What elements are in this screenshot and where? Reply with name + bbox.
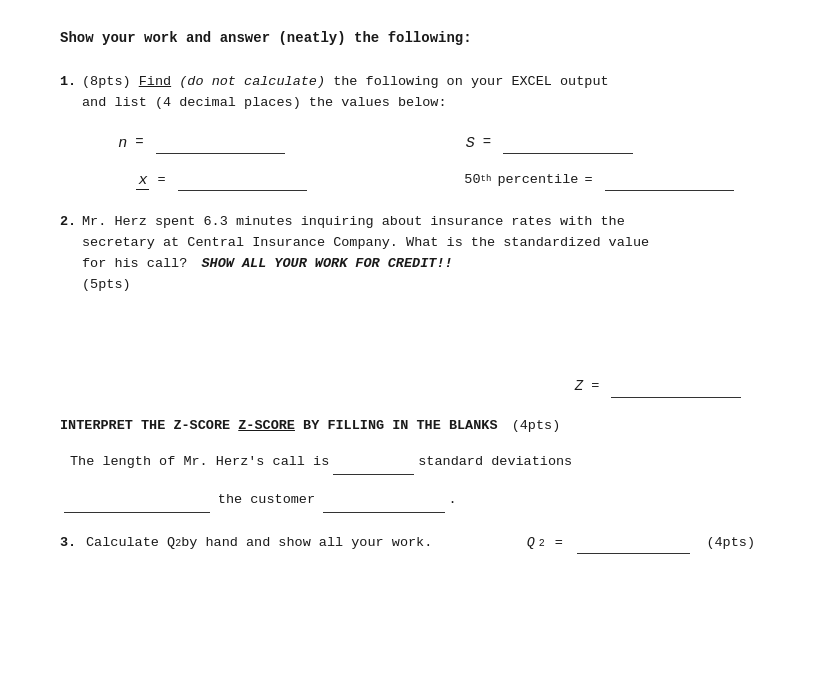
percentile-blank[interactable] xyxy=(605,169,735,191)
fill-line-1: The length of Mr. Herz's call is standar… xyxy=(60,447,755,475)
q1-find: Find xyxy=(139,74,171,89)
percentile-num: 50 xyxy=(464,170,480,191)
header-text: Show your work and answer (neatly) the f… xyxy=(60,28,755,50)
exam-page: Show your work and answer (neatly) the f… xyxy=(0,0,815,687)
fill-line-2: the customer . xyxy=(60,485,755,513)
percentile-label: percentile xyxy=(497,170,578,191)
s-field-group: S = xyxy=(466,132,637,155)
q3-right: Q 2 = (4pts) xyxy=(527,533,755,555)
q2-number: 2. xyxy=(60,212,78,233)
q3-left: 3. Calculate Q 2 by hand and show all yo… xyxy=(60,533,432,554)
q3-label: Q xyxy=(527,533,535,554)
xbar-label: x xyxy=(136,169,149,192)
q1-body: (8pts) Find (do not calculate) the follo… xyxy=(82,72,755,114)
fill1-post: standard deviations xyxy=(418,448,572,475)
fill2-blank2[interactable] xyxy=(323,485,445,513)
q2-work-area xyxy=(60,296,755,366)
question-3: 3. Calculate Q 2 by hand and show all yo… xyxy=(60,533,755,555)
q3-equals: = xyxy=(555,533,563,554)
fill1-blank[interactable] xyxy=(333,447,414,475)
n-blank[interactable] xyxy=(156,132,286,154)
q1-fields-row1: n = S = xyxy=(60,132,755,155)
q3-text: Calculate Q xyxy=(86,533,175,554)
q3-text2: by hand and show all your work. xyxy=(181,533,432,554)
xbar-equals: = xyxy=(157,170,165,191)
q3-pts: (4pts) xyxy=(706,533,755,554)
n-field-group: n = xyxy=(118,132,289,155)
q3-row: 3. Calculate Q 2 by hand and show all yo… xyxy=(60,533,755,555)
q1-pts: (8pts) xyxy=(82,74,131,89)
xbar-field-group: x = xyxy=(136,169,311,192)
fill1-pre: The length of Mr. Herz's call is xyxy=(70,448,329,475)
interpret-pts: (4pts) xyxy=(512,418,561,433)
s-blank[interactable] xyxy=(503,132,633,154)
s-label: S xyxy=(466,132,475,155)
z-equals: = xyxy=(591,376,599,397)
q3-number: 3. xyxy=(60,533,78,554)
z-blank[interactable] xyxy=(611,376,741,398)
question-1: 1. (8pts) Find (do not calculate) the fo… xyxy=(60,72,755,192)
q1-text1: the following on your EXCEL output xyxy=(333,74,608,89)
q1-text2: and list (4 decimal places) the values b… xyxy=(82,95,447,110)
n-label: n xyxy=(118,132,127,155)
q3-blank[interactable] xyxy=(577,533,690,555)
s-equals: = xyxy=(483,132,491,154)
interpret-title: INTERPRET THE Z-SCORE Z-SCORE BY FILLING… xyxy=(60,416,755,437)
xbar-blank[interactable] xyxy=(178,169,308,191)
q3-subscript2: 2 xyxy=(539,536,545,552)
question-2: 2. Mr. Herz spent 6.3 minutes inquiring … xyxy=(60,212,755,513)
q2-body: Mr. Herz spent 6.3 minutes inquiring abo… xyxy=(82,212,755,296)
percentile-equals: = xyxy=(584,170,592,191)
fill2-post: the customer xyxy=(218,486,315,513)
fill2-blank1[interactable] xyxy=(64,485,210,513)
q2-pts: (5pts) xyxy=(82,277,131,292)
interpret-underline: Z-SCORE xyxy=(238,418,295,433)
interpret-section: INTERPRET THE Z-SCORE Z-SCORE BY FILLING… xyxy=(60,416,755,513)
q1-italic: (do not calculate) xyxy=(179,74,325,89)
fill2-end: . xyxy=(449,486,457,513)
q1-fields-row2: x = 50th percentile = xyxy=(60,169,755,192)
q2-text1: Mr. Herz spent 6.3 minutes inquiring abo… xyxy=(82,214,625,229)
z-label: Z xyxy=(575,376,583,398)
q2-text3: for his call? xyxy=(82,256,187,271)
q2-bold-italic: SHOW ALL YOUR WORK FOR CREDIT!! xyxy=(201,256,452,271)
percentile-sup: th xyxy=(481,173,492,187)
n-equals: = xyxy=(135,132,143,154)
q1-number: 1. xyxy=(60,72,78,93)
percentile-field-group: 50th percentile = xyxy=(464,169,738,191)
interpret-middle: BY FILLING IN THE BLANKS xyxy=(303,418,497,433)
z-score-row: Z = xyxy=(60,376,755,398)
q2-text2: secretary at Central Insurance Company. … xyxy=(82,235,649,250)
interpret-title-text: INTERPRET THE Z-SCORE xyxy=(60,418,230,433)
